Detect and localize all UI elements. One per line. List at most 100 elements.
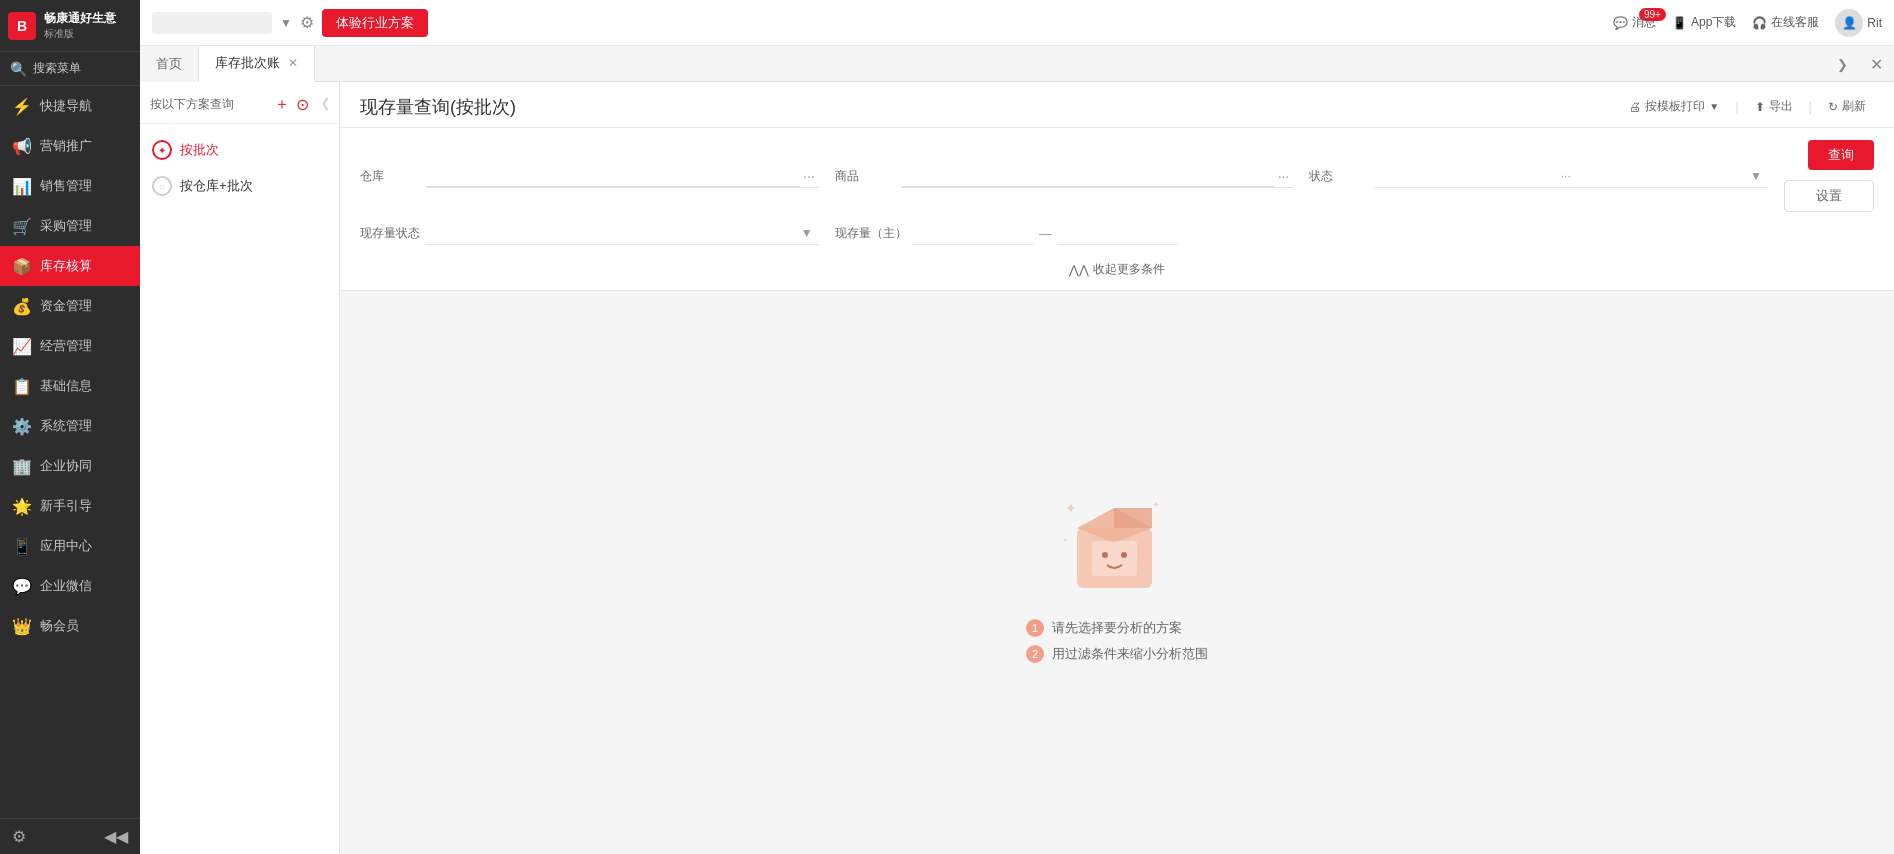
filter-right-actions: 查询 设置 [1784,140,1874,212]
purchase-icon: 🛒 [12,216,32,236]
nav-quick-guide[interactable]: ⚡ 快捷导航 [0,86,140,126]
messages-badge: 99+ [1639,8,1666,21]
tip-num-1: 1 [1026,619,1044,637]
search-menu-label: 搜索菜单 [33,60,81,77]
nav-inventory[interactable]: 📦 库存核算 [0,246,140,286]
product-input-wrap: ··· [901,164,1294,188]
inventory-status-select[interactable]: ▼ [426,222,819,245]
collapse-sidebar-icon[interactable]: ◀◀ [104,827,128,846]
tip-text-2: 用过滤条件来缩小分析范围 [1052,645,1208,663]
scheme-add-button[interactable]: ＋ [274,94,290,115]
page-actions: 🖨 按模板打印 ▼ | ⬆ 导出 | ↻ 刷新 [1621,94,1874,119]
inventory-main-to[interactable] [1058,222,1178,245]
product-input[interactable] [901,164,1274,187]
nav-wechat[interactable]: 💬 企业微信 [0,566,140,606]
collapse-filter-label: 收起更多条件 [1093,261,1165,278]
scheme-list: ✦ 按批次 ○ 按仓库+批次 [140,124,339,854]
scheme-item-by-batch[interactable]: ✦ 按批次 [140,132,339,168]
main-panel: 现存量查询(按批次) 🖨 按模板打印 ▼ | ⬆ 导出 | [340,82,1894,854]
export-icon: ⬆ [1755,100,1765,114]
filter-product: 商品 ··· [835,164,1294,188]
scheme-collapse-button[interactable]: 《 [315,96,329,114]
nav-label: 基础信息 [40,377,92,395]
export-label: 导出 [1769,98,1793,115]
nav-enterprise[interactable]: 🏢 企业协同 [0,446,140,486]
operations-icon: 📈 [12,336,32,356]
filter-area: 仓库 ··· 商品 ··· [340,128,1894,291]
printer-icon: 🖨 [1629,100,1641,114]
print-template-button[interactable]: 🖨 按模板打印 ▼ [1621,94,1727,119]
filter-settings-button[interactable]: 设置 [1784,180,1874,212]
messages-action[interactable]: 💬 消息 99+ [1613,14,1656,31]
online-service-action[interactable]: 🎧 在线客服 [1752,14,1819,31]
scheme-item-by-warehouse-batch[interactable]: ○ 按仓库+批次 [140,168,339,204]
refresh-button[interactable]: ↻ 刷新 [1820,94,1874,119]
quick-guide-icon: ⚡ [12,96,32,116]
dropdown-icon[interactable]: ▼ [280,16,292,30]
status-select[interactable]: ··· ▼ [1375,165,1768,188]
nav-app-center[interactable]: 📱 应用中心 [0,526,140,566]
svg-point-5 [1121,552,1127,558]
warehouse-input-wrap: ··· [426,164,819,188]
svg-text:✦: ✦ [1152,499,1160,510]
nav-operations[interactable]: 📈 经营管理 [0,326,140,366]
nav-member[interactable]: 👑 畅会员 [0,606,140,646]
scheme-active-icon: ✦ [152,140,172,160]
svg-text:✦: ✦ [1065,500,1077,516]
filter-status: 状态 ··· ▼ [1309,165,1768,188]
nav-sales[interactable]: 📊 销售管理 [0,166,140,206]
query-button[interactable]: 查询 [1808,140,1874,170]
sidebar: B 畅康通好生意 标准版 🔍 搜索菜单 ⚡ 快捷导航 📢 营销推广 📊 销 [0,0,140,854]
app-download-action[interactable]: 📱 App下载 [1672,14,1736,31]
nav-system[interactable]: ⚙️ 系统管理 [0,406,140,446]
tab-inventory-batch-label: 库存批次账 [215,54,280,72]
empty-tip-2: 2 用过滤条件来缩小分析范围 [1026,645,1208,663]
app-download-label: App下载 [1691,14,1736,31]
finance-icon: 💰 [12,296,32,316]
main-area: ▼ ⚙ 体验行业方案 💬 消息 99+ 📱 App下载 🎧 在线客服 [140,0,1894,854]
product-more-btn[interactable]: ··· [1274,168,1294,184]
status-more-btn[interactable]: ··· [1557,169,1575,183]
page-title: 现存量查询(按批次) [360,95,516,119]
user-profile[interactable]: 👤 Rit [1835,9,1882,37]
content-area: 按以下方案查询 ＋ ⊙ 《 ✦ 按批次 ○ 按仓库+批次 [140,82,1894,854]
nav-newbie[interactable]: 🌟 新手引导 [0,486,140,526]
filter-collapse-row: ⋀⋀ 收起更多条件 [360,255,1874,278]
collapse-filter-button[interactable]: ⋀⋀ 收起更多条件 [1069,261,1165,278]
empty-box-svg: ✦ ✦ ✦ [1057,483,1177,603]
breadcrumb-input[interactable] [152,12,272,34]
inventory-icon: 📦 [12,256,32,276]
nav-marketing[interactable]: 📢 营销推广 [0,126,140,166]
inventory-main-label: 现存量（主） [835,225,907,242]
top-bar-settings-icon[interactable]: ⚙ [300,13,314,32]
marketing-icon: 📢 [12,136,32,156]
settings-icon[interactable]: ⚙ [12,827,26,846]
svg-text:✦: ✦ [1062,536,1069,545]
messages-icon: 💬 [1613,16,1628,30]
nav-label: 企业协同 [40,457,92,475]
tab-bar-expand-icon[interactable]: ❯ [1830,46,1854,82]
nav-basic-info[interactable]: 📋 基础信息 [0,366,140,406]
trial-button[interactable]: 体验行业方案 [322,9,428,37]
search-menu-item[interactable]: 🔍 搜索菜单 [0,52,140,86]
user-avatar: 👤 [1835,9,1863,37]
warehouse-input[interactable] [426,164,799,187]
tab-bar-close-button[interactable]: ✕ [1858,46,1894,82]
svg-rect-3 [1092,541,1137,576]
member-icon: 👑 [12,616,32,636]
nav-label: 采购管理 [40,217,92,235]
inventory-main-from[interactable] [913,222,1033,245]
refresh-icon: ↻ [1828,100,1838,114]
scheme-settings-button[interactable]: ⊙ [296,95,309,114]
filter-warehouse: 仓库 ··· [360,164,819,188]
tab-inventory-batch[interactable]: 库存批次账 ✕ [199,46,315,82]
tab-close-icon[interactable]: ✕ [288,56,298,70]
user-name: Rit [1867,16,1882,30]
warehouse-more-btn[interactable]: ··· [799,168,819,184]
nav-finance[interactable]: 💰 资金管理 [0,286,140,326]
export-button[interactable]: ⬆ 导出 [1747,94,1801,119]
scheme-panel-header: 按以下方案查询 ＋ ⊙ 《 [140,82,339,124]
tab-home[interactable]: 首页 [140,46,199,82]
svg-point-4 [1102,552,1108,558]
nav-purchase[interactable]: 🛒 采购管理 [0,206,140,246]
